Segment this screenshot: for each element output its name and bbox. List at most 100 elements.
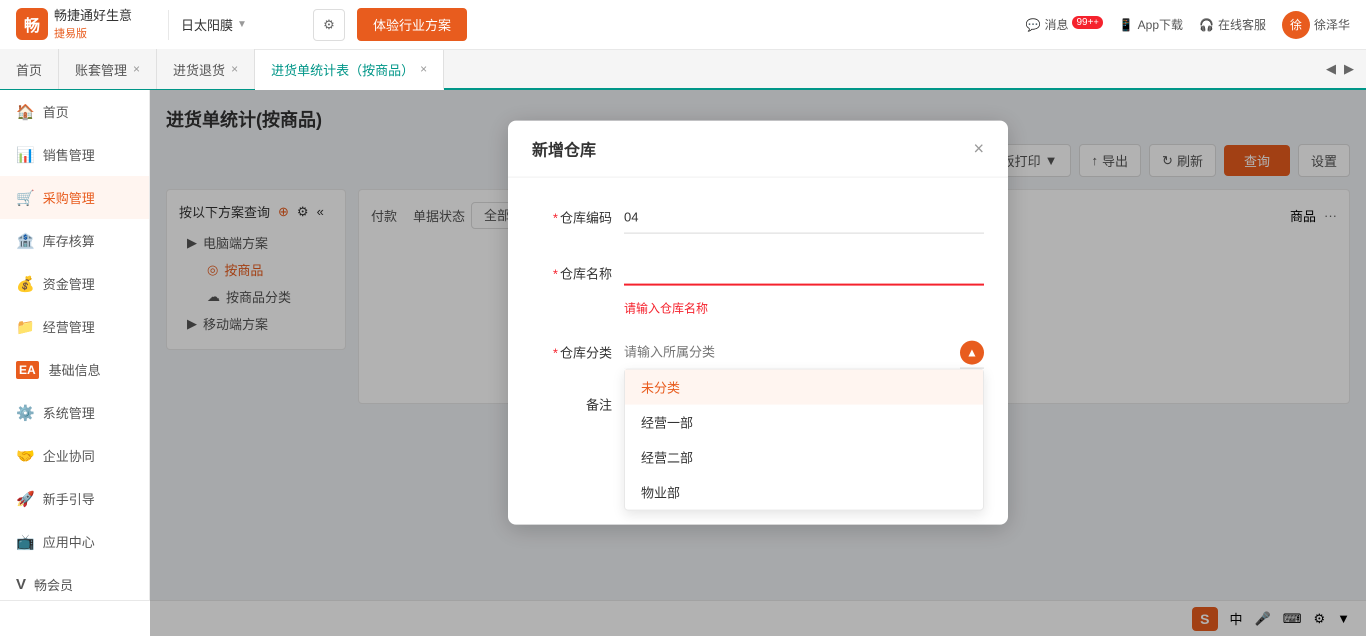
tab-accounts[interactable]: 账套管理 × <box>59 49 157 89</box>
sidebar-label-finance: 资金管理 <box>43 274 95 293</box>
modal-title: 新增仓库 <box>532 137 596 161</box>
headset-icon: 🎧 <box>1199 18 1214 32</box>
sidebar-item-home[interactable]: 🏠 首页 <box>0 90 149 133</box>
sidebar-label-sales: 销售管理 <box>43 145 95 164</box>
header-right: 💬 消息 99++ 📱 App下载 🎧 在线客服 徐 徐泽华 <box>1026 11 1351 39</box>
header-divider <box>168 10 169 40</box>
sidebar-item-newbie[interactable]: 🚀 新手引导 <box>0 477 149 520</box>
sidebar-item-inventory[interactable]: 🏦 库存核算 <box>0 219 149 262</box>
inventory-icon: 🏦 <box>16 232 35 250</box>
home-icon: 🏠 <box>16 103 35 121</box>
sidebar-item-finance[interactable]: 💰 资金管理 <box>0 262 149 305</box>
logo-area: 畅 畅捷通好生意 捷易版 <box>16 8 156 41</box>
modal-header: 新增仓库 × <box>508 121 1008 178</box>
category-dropdown-list: 未分类 经营一部 经营二部 物业部 <box>624 369 984 511</box>
tab-home[interactable]: 首页 <box>0 49 59 89</box>
tab-purchase-stats-label: 进货单统计表（按商品） <box>271 60 414 79</box>
warehouse-code-label: 仓库编码 <box>532 202 612 227</box>
messages-badge: 99++ <box>1072 16 1102 29</box>
store-arrow-icon: ▼ <box>237 19 247 30</box>
dropdown-item-ops2[interactable]: 经营二部 <box>625 440 983 475</box>
sidebar-item-enterprise[interactable]: 🤝 企业协同 <box>0 434 149 477</box>
content-area: 进货单统计(按商品) 🖨 按模板打印 ▼ ↑ 导出 ↻ 刷新 查询 设置 <box>150 90 1366 636</box>
enterprise-icon: 🤝 <box>16 447 35 465</box>
message-icon: 💬 <box>1026 18 1041 32</box>
tab-home-label: 首页 <box>16 60 42 79</box>
warehouse-name-label: 仓库名称 <box>532 257 612 282</box>
username-label: 徐泽华 <box>1314 16 1350 33</box>
sidebar-label-apps: 应用中心 <box>43 532 95 551</box>
warehouse-name-row: 仓库名称 请输入仓库名称 <box>532 254 984 317</box>
warehouse-category-wrap: ▲ 未分类 经营一部 经营二部 物业部 <box>624 337 984 369</box>
basics-icon: EA <box>16 361 39 379</box>
tab-purchase-stats-close[interactable]: × <box>420 62 427 76</box>
apps-icon: 📺 <box>16 533 35 551</box>
warehouse-category-input[interactable] <box>624 336 960 368</box>
warehouse-name-error: 请输入仓库名称 <box>624 300 708 317</box>
sidebar-item-system[interactable]: ⚙️ 系统管理 <box>0 391 149 434</box>
sidebar-item-purchase[interactable]: 🛒 采购管理 <box>0 176 149 219</box>
logo-title: 畅捷通好生意 <box>54 8 132 25</box>
logo-sub: 捷易版 <box>54 25 132 41</box>
user-info[interactable]: 徐 徐泽华 <box>1282 11 1350 39</box>
purchase-icon: 🛒 <box>16 189 35 207</box>
modal-close-btn[interactable]: × <box>973 138 984 159</box>
tab-next-icon[interactable]: ▶ <box>1344 61 1354 77</box>
tab-prev-icon[interactable]: ◀ <box>1326 61 1336 77</box>
store-name: 日太阳膜 <box>181 15 233 34</box>
tab-purchase-return-label: 进货退货 <box>173 60 225 79</box>
app-icon: 📱 <box>1119 18 1134 32</box>
tab-bar: 首页 账套管理 × 进货退货 × 进货单统计表（按商品） × ◀ ▶ <box>0 50 1366 90</box>
tab-purchase-return[interactable]: 进货退货 × <box>157 49 255 89</box>
main-layout: 🏠 首页 📊 销售管理 🛒 采购管理 🏦 库存核算 💰 资金管理 📁 经营管理 … <box>0 90 1366 636</box>
tab-accounts-close[interactable]: × <box>133 62 140 76</box>
vip-icon: V <box>16 576 26 593</box>
dropdown-item-property[interactable]: 物业部 <box>625 475 983 510</box>
warehouse-code-row: 仓库编码 <box>532 202 984 234</box>
tab-accounts-label: 账套管理 <box>75 60 127 79</box>
sidebar-label-home: 首页 <box>43 102 69 121</box>
app-download-label: App下载 <box>1138 16 1183 33</box>
top-header: 畅 畅捷通好生意 捷易版 日太阳膜 ▼ ⚙ 体验行业方案 💬 消息 99++ 📱… <box>0 0 1366 50</box>
modal-body: 仓库编码 仓库名称 请输入仓库名称 仓库分类 <box>508 178 1008 465</box>
finance-icon: 💰 <box>16 275 35 293</box>
logo-icon: 畅 <box>16 8 48 40</box>
operations-icon: 📁 <box>16 318 35 336</box>
settings-button[interactable]: ⚙ <box>313 9 345 41</box>
sales-icon: 📊 <box>16 146 35 164</box>
sidebar: 🏠 首页 📊 销售管理 🛒 采购管理 🏦 库存核算 💰 资金管理 📁 经营管理 … <box>0 90 150 636</box>
sidebar-label-purchase: 采购管理 <box>43 188 95 207</box>
warehouse-category-label: 仓库分类 <box>532 337 612 362</box>
messages-btn[interactable]: 💬 消息 99++ <box>1026 16 1103 33</box>
warehouse-category-row: 仓库分类 ▲ 未分类 经营一部 经营二部 物业部 <box>532 337 984 369</box>
sidebar-label-inventory: 库存核算 <box>43 231 95 250</box>
warehouse-code-input[interactable] <box>624 202 984 234</box>
store-select[interactable]: 日太阳膜 ▼ <box>181 15 301 34</box>
sidebar-item-basics[interactable]: EA 基础信息 <box>0 348 149 391</box>
dropdown-arrow-up-icon[interactable]: ▲ <box>960 340 984 364</box>
online-service-label: 在线客服 <box>1218 16 1266 33</box>
sidebar-label-vip: 畅会员 <box>34 575 73 594</box>
tab-actions: ◀ ▶ <box>1326 61 1366 77</box>
warehouse-category-dropdown[interactable]: ▲ <box>624 337 984 369</box>
sidebar-label-operations: 经营管理 <box>43 317 95 336</box>
online-service-btn[interactable]: 🎧 在线客服 <box>1199 16 1266 33</box>
tab-purchase-return-close[interactable]: × <box>231 62 238 76</box>
logo-text: 畅捷通好生意 捷易版 <box>54 8 132 41</box>
app-download-btn[interactable]: 📱 App下载 <box>1119 16 1183 33</box>
messages-label: 消息 <box>1044 16 1068 33</box>
dropdown-item-ops1[interactable]: 经营一部 <box>625 405 983 440</box>
note-label: 备注 <box>532 389 612 414</box>
sidebar-label-system: 系统管理 <box>43 403 95 422</box>
trial-btn[interactable]: 体验行业方案 <box>357 8 467 41</box>
dropdown-item-uncategorized[interactable]: 未分类 <box>625 370 983 405</box>
sidebar-label-newbie: 新手引导 <box>43 489 95 508</box>
add-warehouse-modal: 新增仓库 × 仓库编码 仓库名称 请输入仓库名称 <box>508 121 1008 525</box>
sidebar-label-enterprise: 企业协同 <box>43 446 95 465</box>
warehouse-name-input[interactable] <box>624 254 984 286</box>
sidebar-item-apps[interactable]: 📺 应用中心 <box>0 520 149 563</box>
sidebar-item-sales[interactable]: 📊 销售管理 <box>0 133 149 176</box>
tab-purchase-stats[interactable]: 进货单统计表（按商品） × <box>255 50 444 90</box>
newbie-icon: 🚀 <box>16 490 35 508</box>
sidebar-item-operations[interactable]: 📁 经营管理 <box>0 305 149 348</box>
